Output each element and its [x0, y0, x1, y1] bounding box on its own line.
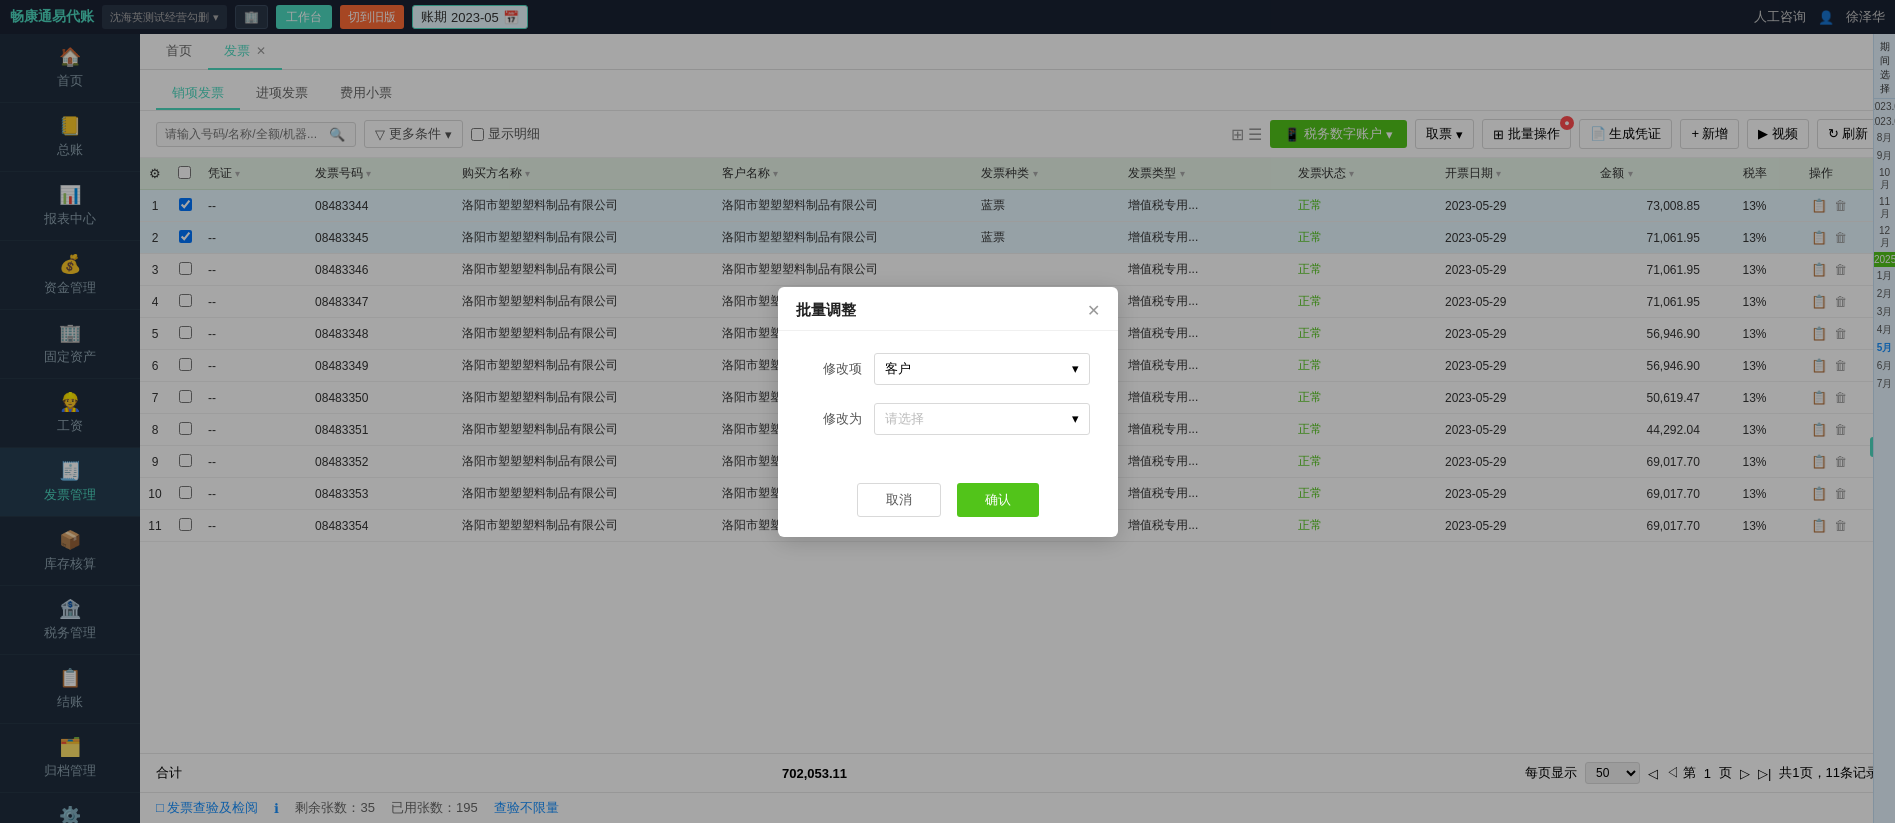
modal-value-label: 修改为 [806, 410, 862, 428]
modal-value-row: 修改为 请选择 ▾ [806, 403, 1090, 435]
modal-field-row: 修改项 客户 ▾ [806, 353, 1090, 385]
modal-footer: 取消 确认 [778, 475, 1118, 537]
modal-confirm-btn[interactable]: 确认 [957, 483, 1039, 517]
modal-overlay[interactable]: 批量调整 ✕ 修改项 客户 ▾ 修改为 请选择 ▾ 取消 确认 [0, 0, 1895, 823]
modal-header: 批量调整 ✕ [778, 287, 1118, 331]
modal-field-label: 修改项 [806, 360, 862, 378]
modal-cancel-btn[interactable]: 取消 [857, 483, 941, 517]
batch-adjust-modal: 批量调整 ✕ 修改项 客户 ▾ 修改为 请选择 ▾ 取消 确认 [778, 287, 1118, 537]
modal-value-placeholder: 请选择 [885, 410, 924, 428]
chevron-down-icon-value: ▾ [1072, 411, 1079, 426]
modal-field-select[interactable]: 客户 ▾ [874, 353, 1090, 385]
modal-title: 批量调整 [796, 301, 856, 320]
modal-field-value: 客户 [885, 360, 911, 378]
modal-close-btn[interactable]: ✕ [1087, 301, 1100, 320]
modal-body: 修改项 客户 ▾ 修改为 请选择 ▾ [778, 331, 1118, 475]
modal-value-select[interactable]: 请选择 ▾ [874, 403, 1090, 435]
chevron-down-icon-field: ▾ [1072, 361, 1079, 376]
